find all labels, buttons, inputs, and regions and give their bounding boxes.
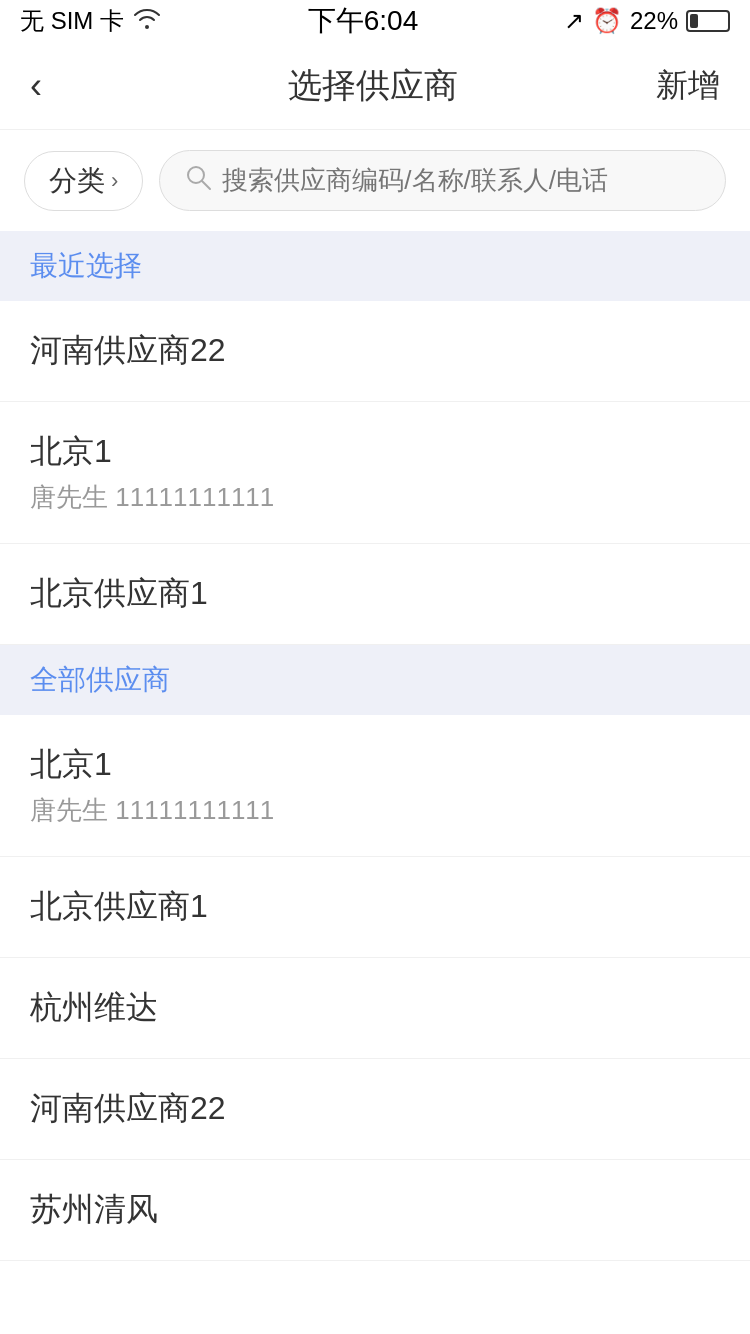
supplier-list: 最近选择河南供应商22 北京1 唐先生 11111111111 北京供应商1 全部供应商… — [0, 231, 750, 1261]
filter-bar: 分类 › — [0, 130, 750, 231]
list-item[interactable]: 北京供应商1 — [0, 544, 750, 645]
wifi-icon — [132, 7, 162, 35]
status-time: 下午6:04 — [308, 2, 419, 40]
page-title: 选择供应商 — [288, 63, 458, 109]
item-name: 北京1 — [30, 430, 720, 474]
item-name: 北京供应商1 — [30, 572, 720, 616]
list-item[interactable]: 北京1 唐先生 11111111111 — [0, 715, 750, 857]
battery-icon — [686, 10, 730, 32]
battery-percent: 22% — [630, 7, 678, 35]
item-name: 杭州维达 — [30, 986, 720, 1030]
status-right: ↗ ⏰ 22% — [564, 7, 730, 35]
search-box[interactable] — [159, 150, 726, 211]
alarm-icon: ⏰ — [592, 7, 622, 35]
search-icon — [184, 163, 212, 198]
item-name: 苏州清风 — [30, 1188, 720, 1232]
section-header-all: 全部供应商 — [0, 645, 750, 715]
status-left: 无 SIM 卡 — [20, 5, 162, 37]
category-button[interactable]: 分类 › — [24, 151, 143, 211]
nav-bar: ‹ 选择供应商 新增 — [0, 42, 750, 130]
list-item[interactable]: 苏州清风 — [0, 1160, 750, 1261]
category-label: 分类 — [49, 162, 105, 200]
list-item[interactable]: 杭州维达 — [0, 958, 750, 1059]
svg-line-1 — [202, 181, 210, 189]
item-name: 北京供应商1 — [30, 885, 720, 929]
item-sub: 唐先生 11111111111 — [30, 480, 720, 515]
item-name: 北京1 — [30, 743, 720, 787]
list-item[interactable]: 北京供应商1 — [0, 857, 750, 958]
list-item[interactable]: 河南供应商22 — [0, 301, 750, 402]
item-name: 河南供应商22 — [30, 1087, 720, 1131]
item-sub: 唐先生 11111111111 — [30, 793, 720, 828]
location-icon: ↗ — [564, 7, 584, 35]
item-name: 河南供应商22 — [30, 329, 720, 373]
chevron-right-icon: › — [111, 168, 118, 194]
search-input[interactable] — [222, 165, 701, 196]
no-sim-label: 无 SIM 卡 — [20, 5, 124, 37]
back-button[interactable]: ‹ — [30, 65, 90, 107]
add-button[interactable]: 新增 — [656, 64, 720, 108]
status-bar: 无 SIM 卡 下午6:04 ↗ ⏰ 22% — [0, 0, 750, 42]
list-item[interactable]: 北京1 唐先生 11111111111 — [0, 402, 750, 544]
list-item[interactable]: 河南供应商22 — [0, 1059, 750, 1160]
section-header-recent: 最近选择 — [0, 231, 750, 301]
